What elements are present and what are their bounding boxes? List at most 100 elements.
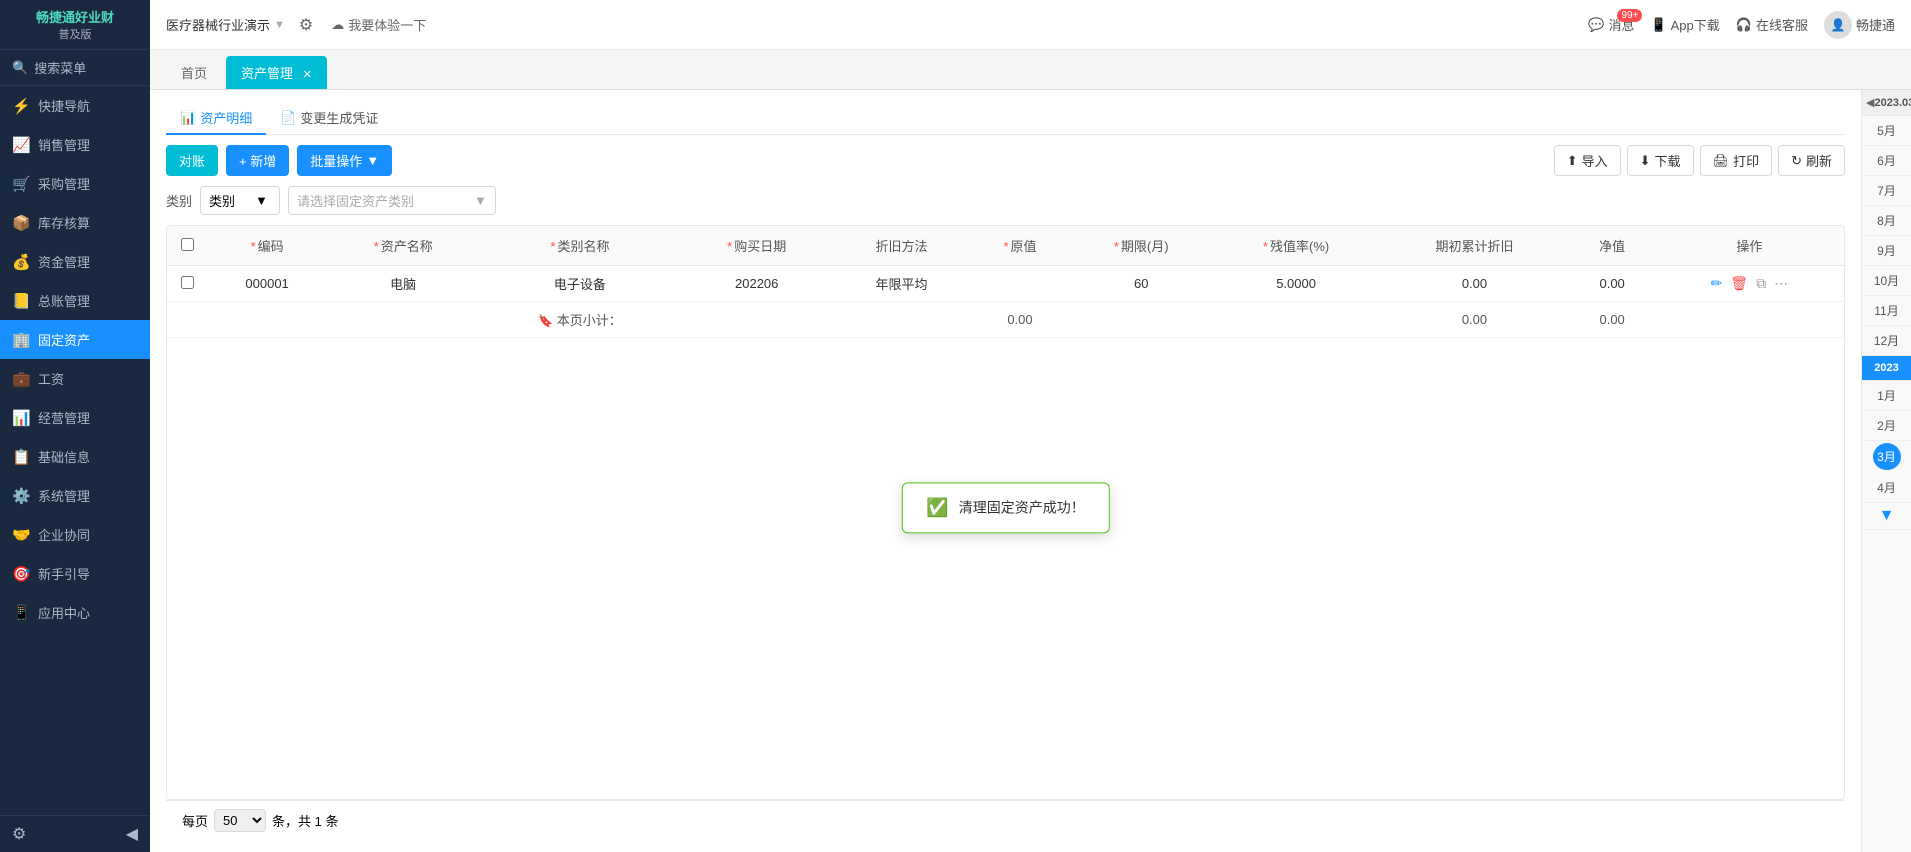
subtotal-icon: 🔖: [538, 314, 553, 328]
select-all-checkbox[interactable]: [181, 238, 194, 251]
copy-icon[interactable]: ⧉: [1756, 275, 1766, 292]
sidebar-item-label: 快捷导航: [38, 96, 90, 115]
search-menu-label: 搜索菜单: [34, 58, 86, 77]
more-icon[interactable]: ⋯: [1774, 275, 1788, 292]
tab-assets-mgmt-label: 资产管理: [241, 66, 293, 81]
sidebar-item-inventory[interactable]: 📦 库存核算: [0, 203, 150, 242]
sidebar-item-label: 库存核算: [38, 213, 90, 232]
sidebar-item-guide[interactable]: 🎯 新手引导: [0, 554, 150, 593]
success-check-icon: ✅: [926, 497, 948, 518]
sidebar-item-funds[interactable]: 💰 资金管理: [0, 242, 150, 281]
toolbar-right: ⬆ 导入 ⬇ 下载 🖨 打印 ↻ 刷新: [1554, 145, 1845, 176]
calendar-expand-button[interactable]: ▼: [1862, 503, 1911, 530]
action-icons: ✏ 🗑 ⧉ ⋯: [1663, 275, 1836, 292]
calendar-month-1[interactable]: 1月: [1862, 381, 1911, 411]
sidebar-item-payroll[interactable]: 💼 工资: [0, 359, 150, 398]
category-filter-label: 类别: [166, 191, 192, 210]
sidebar-item-enterprise[interactable]: 🤝 企业协同: [0, 515, 150, 554]
row-checkbox-cell: [167, 266, 207, 302]
sidebar-item-purchase[interactable]: 🛒 采购管理: [0, 164, 150, 203]
sidebar-item-fixed-assets[interactable]: 🏢 固定资产: [0, 320, 150, 359]
calendar-month-4[interactable]: 4月: [1862, 473, 1911, 503]
search-menu-button[interactable]: 🔍 搜索菜单: [0, 50, 150, 86]
sidebar-item-sales[interactable]: 📈 销售管理: [0, 125, 150, 164]
basic-info-icon: 📋: [12, 448, 30, 466]
calendar-year-2023: 2023: [1862, 356, 1911, 381]
sidebar-item-operations[interactable]: 📊 经营管理: [0, 398, 150, 437]
sales-icon: 📈: [12, 136, 30, 154]
sub-tab-asset-detail[interactable]: 📊 资产明细: [166, 102, 266, 135]
per-page-select[interactable]: 20 50 100: [214, 809, 266, 832]
batch-button[interactable]: 批量操作 ▼: [297, 145, 392, 176]
reconcile-button[interactable]: 对账: [166, 145, 218, 176]
funds-icon: 💰: [12, 253, 30, 271]
delete-icon[interactable]: 🗑: [1730, 275, 1748, 292]
calendar-month-9[interactable]: 9月: [1862, 236, 1911, 266]
sidebar-item-ledger[interactable]: 📒 总账管理: [0, 281, 150, 320]
success-toast: ✅ 清理固定资产成功！: [901, 482, 1109, 533]
app-download-button[interactable]: 📱 App下载: [1650, 15, 1719, 34]
header-actions: 操作: [1655, 226, 1844, 266]
enterprise-icon: 🤝: [12, 526, 30, 544]
header-initial-depreciation: 期初累计折旧: [1379, 226, 1569, 266]
tab-close-button[interactable]: ✕: [303, 69, 312, 81]
row-code: 000001: [207, 266, 327, 302]
sidebar-item-quick-nav[interactable]: ⚡ 快捷导航: [0, 86, 150, 125]
calendar-month-5[interactable]: 5月: [1862, 116, 1911, 146]
tab-assets-mgmt[interactable]: 资产管理 ✕: [226, 56, 327, 89]
app-center-icon: 📱: [12, 604, 30, 622]
experience-button[interactable]: ☁ 我要体验一下: [331, 15, 426, 34]
refresh-icon: ↻: [1791, 153, 1802, 169]
collapse-sidebar-button[interactable]: ◀: [126, 824, 138, 844]
category-select[interactable]: 请选择固定资产类别 ▼: [288, 186, 496, 215]
row-actions: ✏ 🗑 ⧉ ⋯: [1655, 266, 1844, 302]
pagination: 每页 20 50 100 条，共 1 条: [166, 800, 1845, 840]
asset-table-wrap: *编码 *资产名称 *类别名称 *购买日期 折旧方法 *原值 *期限(月) *残…: [166, 225, 1845, 800]
row-name: 电脑: [327, 266, 479, 302]
row-checkbox[interactable]: [181, 276, 194, 289]
messages-button[interactable]: 💬 消息 99+: [1588, 15, 1634, 34]
edit-icon[interactable]: ✏: [1711, 275, 1723, 292]
category-type-select[interactable]: 类别 ▼: [200, 186, 280, 215]
fixed-assets-icon: 🏢: [12, 331, 30, 349]
subtotal-initial: 0.00: [1379, 302, 1569, 338]
collapse-panel-button[interactable]: ◀: [1866, 96, 1874, 109]
app-download-label: App下载: [1671, 15, 1720, 34]
row-purchase-date: 202206: [681, 266, 833, 302]
category-arrow: ▼: [474, 193, 487, 208]
calendar-month-10[interactable]: 10月: [1862, 266, 1911, 296]
calendar-month-3-current[interactable]: 3月: [1873, 443, 1901, 471]
topbar: 医疗器械行业演示 ▼ ⚙ ☁ 我要体验一下 💬 消息 99+ 📱 App下载 🎧…: [150, 0, 1911, 50]
sidebar-item-basic-info[interactable]: 📋 基础信息: [0, 437, 150, 476]
print-button[interactable]: 🖨 打印: [1700, 145, 1773, 176]
company-selector[interactable]: 医疗器械行业演示 ▼: [166, 15, 285, 34]
import-icon: ⬆: [1567, 153, 1578, 169]
settings-bottom-icon[interactable]: ⚙: [12, 824, 26, 844]
calendar-month-2[interactable]: 2月: [1862, 411, 1911, 441]
new-button[interactable]: + 新增: [226, 145, 289, 176]
refresh-button[interactable]: ↻ 刷新: [1778, 145, 1845, 176]
change-voucher-icon: 📄: [280, 110, 296, 126]
download-button[interactable]: ⬇ 下载: [1627, 145, 1694, 176]
import-button[interactable]: ⬆ 导入: [1554, 145, 1621, 176]
sub-tab-change-voucher[interactable]: 📄 变更生成凭证: [266, 102, 392, 135]
calendar-month-6[interactable]: 6月: [1862, 146, 1911, 176]
company-name: 医疗器械行业演示: [166, 15, 270, 34]
calendar-month-12[interactable]: 12月: [1862, 326, 1911, 356]
sidebar-item-label: 企业协同: [38, 525, 90, 544]
topbar-settings-button[interactable]: ⚙: [299, 15, 313, 35]
calendar-month-11[interactable]: 11月: [1862, 296, 1911, 326]
online-support-button[interactable]: 🎧 在线客服: [1736, 15, 1808, 34]
success-message: 清理固定资产成功！: [959, 497, 1085, 517]
sidebar-item-label: 系统管理: [38, 486, 90, 505]
sidebar: 畅捷通好业财 普及版 🔍 搜索菜单 ⚡ 快捷导航 📈 销售管理 🛒 采购管理 📦…: [0, 0, 150, 852]
reconcile-label: 对账: [179, 151, 205, 170]
tab-home[interactable]: 首页: [166, 56, 222, 89]
payroll-icon: 💼: [12, 370, 30, 388]
user-menu[interactable]: 👤 畅捷通: [1824, 11, 1895, 39]
sidebar-item-system[interactable]: ⚙️ 系统管理: [0, 476, 150, 515]
calendar-month-7[interactable]: 7月: [1862, 176, 1911, 206]
sidebar-item-app-center[interactable]: 📱 应用中心: [0, 593, 150, 632]
online-support-label: 在线客服: [1756, 15, 1808, 34]
calendar-month-8[interactable]: 8月: [1862, 206, 1911, 236]
